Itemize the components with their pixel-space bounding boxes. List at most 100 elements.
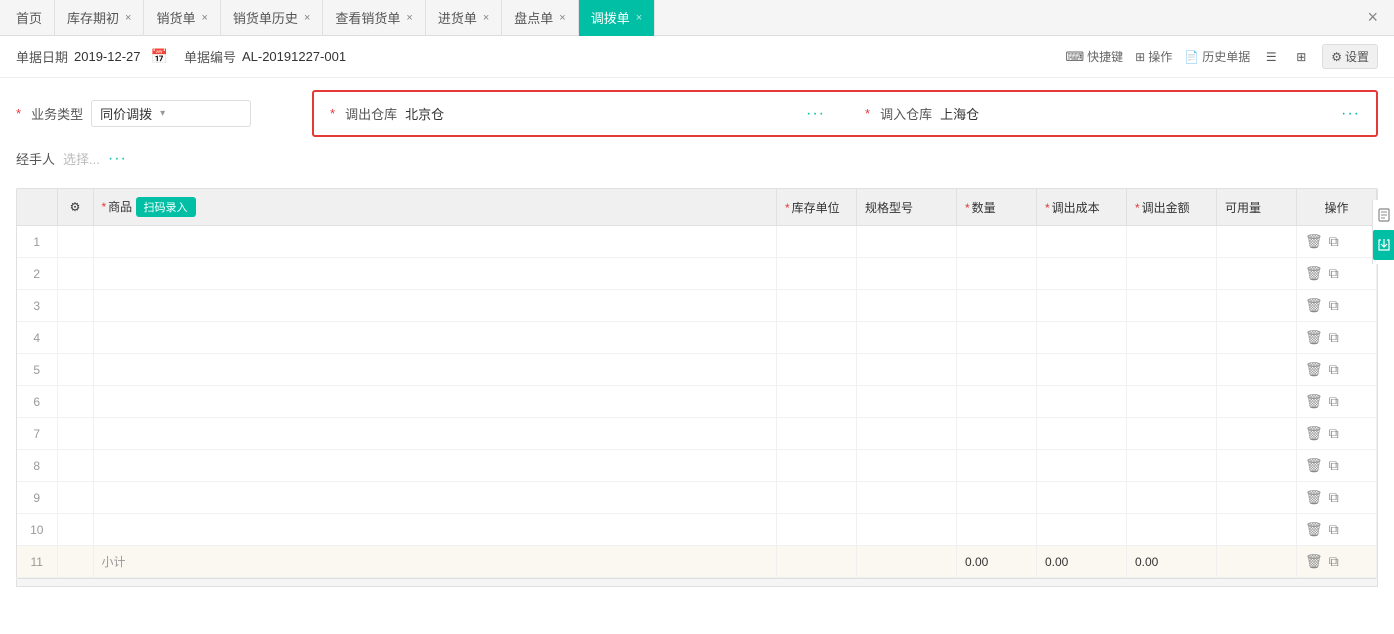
row-spec[interactable] [857, 354, 957, 386]
row-amount[interactable] [1127, 386, 1217, 418]
row-spec[interactable] [857, 386, 957, 418]
operations-action[interactable]: ⊞ 操作 [1135, 48, 1172, 65]
row-goods[interactable] [93, 386, 777, 418]
layout-list-icon[interactable]: ☰ [1262, 48, 1280, 66]
row-goods[interactable] [93, 450, 777, 482]
warehouse-out-value[interactable]: 北京仓 [405, 104, 444, 123]
tab-inventory[interactable]: 盘点单 × [502, 0, 578, 36]
warehouse-in-more-button[interactable]: ··· [1341, 105, 1360, 123]
row-spec[interactable] [857, 290, 957, 322]
person-select[interactable]: 选择... [63, 149, 100, 168]
row-qty[interactable] [957, 514, 1037, 546]
row-goods[interactable] [93, 514, 777, 546]
tab-inventory-init[interactable]: 库存期初 × [55, 0, 144, 36]
delete-row-icon[interactable]: 🗑 [1305, 521, 1323, 538]
warehouse-out-more-button[interactable]: ··· [806, 105, 825, 123]
delete-row-icon[interactable]: 🗑 [1305, 297, 1323, 314]
row-amount[interactable] [1127, 322, 1217, 354]
row-unit[interactable] [777, 226, 857, 258]
row-unit[interactable] [777, 482, 857, 514]
delete-row-icon[interactable]: 🗑 [1305, 457, 1323, 474]
row-unit[interactable] [777, 450, 857, 482]
row-goods[interactable] [93, 226, 777, 258]
row-qty[interactable] [957, 482, 1037, 514]
tab-transfer[interactable]: 调拨单 × [579, 0, 655, 36]
copy-row-icon[interactable]: ⧉ [1329, 553, 1339, 570]
row-spec[interactable] [857, 322, 957, 354]
copy-row-icon[interactable]: ⧉ [1329, 457, 1339, 474]
person-more-button[interactable]: ··· [108, 150, 127, 168]
row-cost[interactable] [1037, 386, 1127, 418]
row-unit[interactable] [777, 418, 857, 450]
business-type-select[interactable]: 同价调拨 ▾ [91, 100, 251, 127]
delete-row-icon[interactable]: 🗑 [1305, 265, 1323, 282]
row-cost[interactable] [1037, 258, 1127, 290]
copy-row-icon[interactable]: ⧉ [1329, 233, 1339, 250]
row-qty[interactable] [957, 322, 1037, 354]
shortcuts-action[interactable]: ⌨ 快捷键 [1065, 48, 1123, 65]
row-qty[interactable] [957, 418, 1037, 450]
row-spec[interactable] [857, 450, 957, 482]
close-tab-inventory[interactable]: × [559, 12, 565, 24]
row-unit[interactable] [777, 258, 857, 290]
copy-row-icon[interactable]: ⧉ [1329, 361, 1339, 378]
row-cost[interactable] [1037, 226, 1127, 258]
horizontal-scrollbar[interactable] [16, 579, 1378, 587]
copy-row-icon[interactable]: ⧉ [1329, 265, 1339, 282]
tab-sales-order[interactable]: 销货单 × [144, 0, 220, 36]
warehouse-in-value[interactable]: 上海仓 [940, 104, 979, 123]
delete-row-icon[interactable]: 🗑 [1305, 425, 1323, 442]
row-spec[interactable] [857, 514, 957, 546]
row-goods[interactable] [93, 354, 777, 386]
row-amount[interactable] [1127, 450, 1217, 482]
row-amount[interactable] [1127, 258, 1217, 290]
close-tab-inventory-init[interactable]: × [125, 12, 131, 24]
row-cost[interactable] [1037, 514, 1127, 546]
row-unit[interactable] [777, 514, 857, 546]
delete-row-icon[interactable]: 🗑 [1305, 361, 1323, 378]
row-qty[interactable] [957, 290, 1037, 322]
row-cost[interactable] [1037, 290, 1127, 322]
th-settings[interactable]: ⚙ [57, 189, 93, 226]
row-amount[interactable] [1127, 514, 1217, 546]
row-qty[interactable] [957, 354, 1037, 386]
close-tab-purchase[interactable]: × [483, 12, 489, 24]
column-settings-icon[interactable]: ⚙ [70, 200, 81, 214]
row-cost[interactable] [1037, 482, 1127, 514]
panel-doc-icon[interactable] [1374, 204, 1394, 226]
row-cost[interactable] [1037, 450, 1127, 482]
row-spec[interactable] [857, 258, 957, 290]
delete-row-icon[interactable]: 🗑 [1305, 393, 1323, 410]
history-action[interactable]: 📄 历史单据 [1184, 48, 1250, 65]
row-amount[interactable] [1127, 226, 1217, 258]
copy-row-icon[interactable]: ⧉ [1329, 393, 1339, 410]
row-unit[interactable] [777, 354, 857, 386]
global-close-button[interactable]: × [1355, 7, 1390, 28]
row-spec[interactable] [857, 418, 957, 450]
calendar-icon[interactable]: 📅 [151, 48, 168, 65]
row-qty[interactable] [957, 386, 1037, 418]
row-qty[interactable] [957, 450, 1037, 482]
close-tab-sales[interactable]: × [201, 12, 207, 24]
close-tab-view-sales[interactable]: × [406, 12, 412, 24]
row-goods[interactable] [93, 258, 777, 290]
tab-view-sales[interactable]: 查看销货单 × [323, 0, 425, 36]
row-cost[interactable] [1037, 418, 1127, 450]
row-goods[interactable] [93, 418, 777, 450]
panel-export-icon[interactable] [1373, 230, 1394, 260]
copy-row-icon[interactable]: ⧉ [1329, 425, 1339, 442]
row-goods[interactable] [93, 482, 777, 514]
copy-row-icon[interactable]: ⧉ [1329, 329, 1339, 346]
copy-row-icon[interactable]: ⧉ [1329, 521, 1339, 538]
row-qty[interactable] [957, 226, 1037, 258]
tab-home[interactable]: 首页 [4, 0, 55, 36]
row-amount[interactable] [1127, 290, 1217, 322]
tab-purchase[interactable]: 进货单 × [426, 0, 502, 36]
close-tab-sales-history[interactable]: × [304, 12, 310, 24]
row-unit[interactable] [777, 386, 857, 418]
settings-button[interactable]: ⚙ 设置 [1322, 44, 1378, 69]
copy-row-icon[interactable]: ⧉ [1329, 297, 1339, 314]
date-value[interactable]: 2019-12-27 [74, 49, 141, 64]
copy-row-icon[interactable]: ⧉ [1329, 489, 1339, 506]
delete-row-icon[interactable]: 🗑 [1305, 329, 1323, 346]
